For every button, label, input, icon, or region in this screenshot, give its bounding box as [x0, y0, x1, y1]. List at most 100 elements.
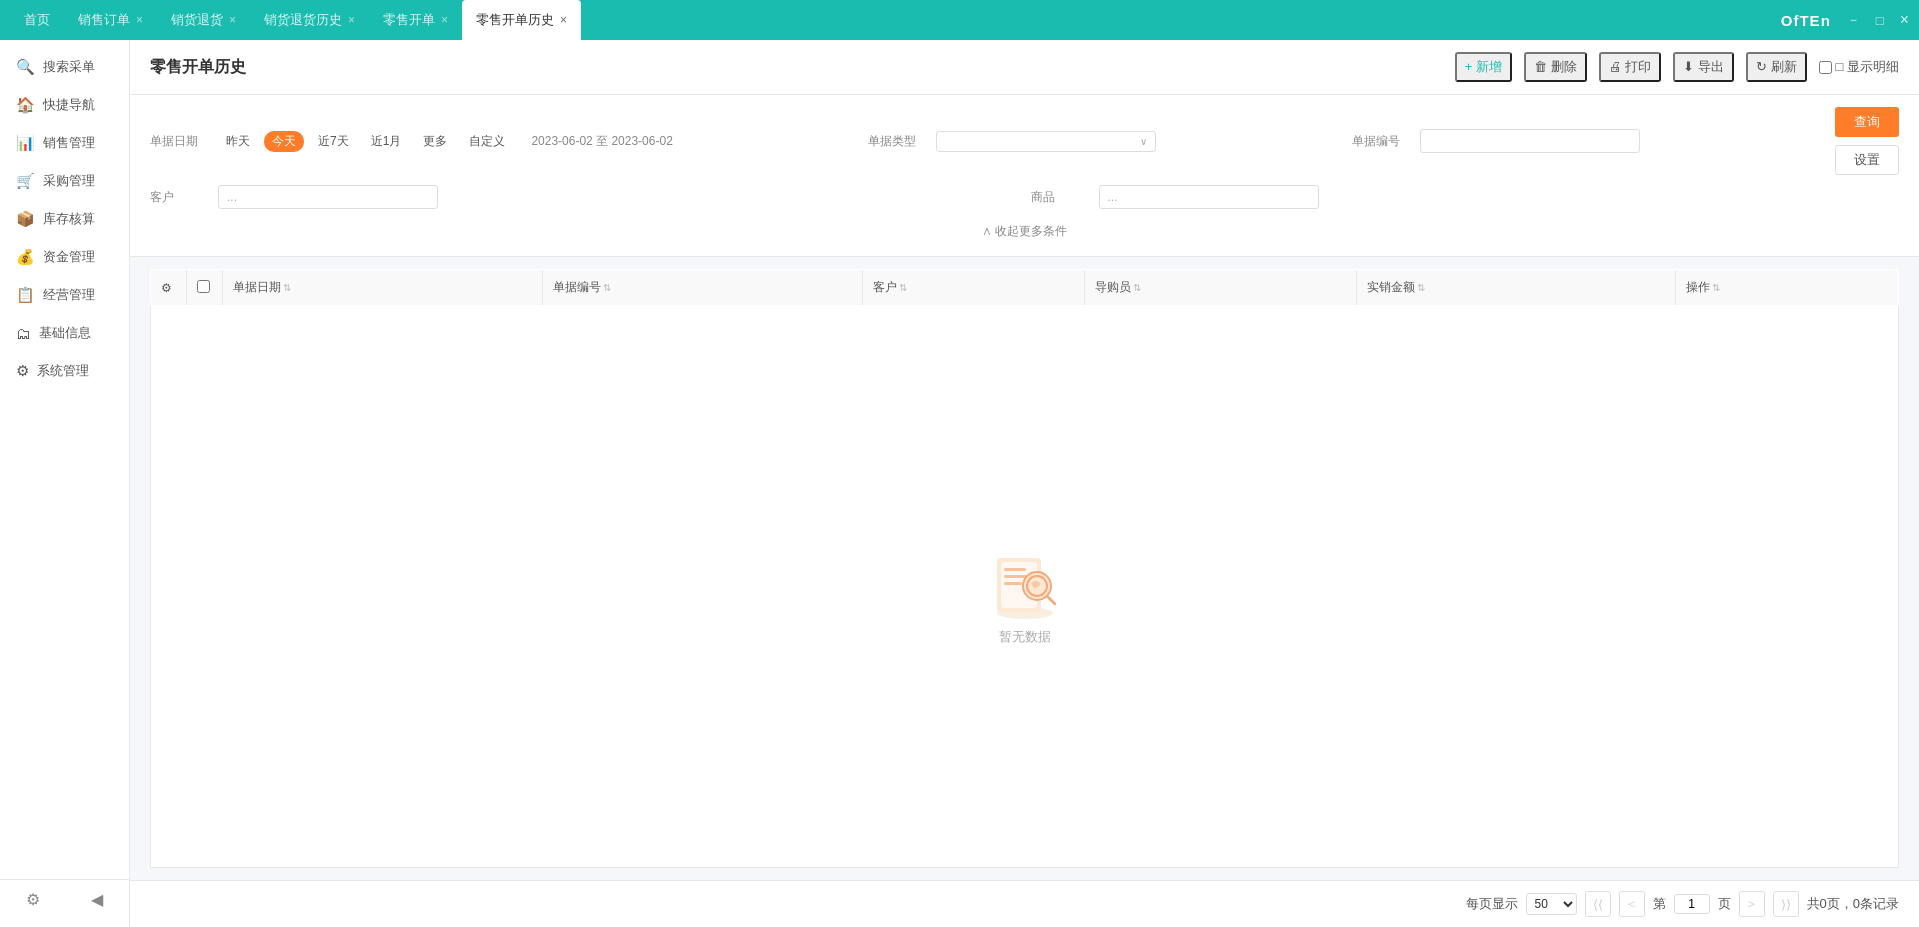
new-button[interactable]: + 新增: [1455, 52, 1512, 82]
delete-button[interactable]: 🗑 删除: [1524, 52, 1587, 82]
page-input[interactable]: [1674, 894, 1710, 914]
svg-line-8: [1047, 596, 1055, 604]
tab-label-sales-return-history: 销货退货历史: [264, 11, 342, 29]
first-page-btn[interactable]: ⟨⟨: [1585, 891, 1611, 917]
col-label-action: 操作: [1686, 280, 1710, 294]
col-label-amount: 实销金额: [1367, 280, 1415, 294]
next-page-btn[interactable]: ＞: [1739, 891, 1765, 917]
sidebar-icon-purchase-mgmt: 🛒: [16, 172, 35, 190]
tab-close-retail-open[interactable]: ×: [441, 13, 448, 27]
select-all-checkbox[interactable]: [197, 280, 210, 293]
sidebar-item-basic-info[interactable]: 🗂基础信息: [0, 314, 129, 352]
tab-label-sales-return: 销货退货: [171, 11, 223, 29]
sidebar-icon-quick-nav: 🏠: [16, 96, 35, 114]
data-table: ⚙单据日期⇅单据编号⇅客户⇅导购员⇅实销金额⇅操作⇅: [150, 269, 1899, 306]
brand-label: OfTEn: [1781, 12, 1831, 29]
tab-close-sales-return[interactable]: ×: [229, 13, 236, 27]
tab-close-retail-open-history[interactable]: ×: [560, 13, 567, 27]
sidebar-item-finance[interactable]: 💰资金管理: [0, 238, 129, 276]
customer-filter-input[interactable]: ...: [218, 185, 438, 209]
product-dots: ...: [1108, 190, 1118, 204]
top-bar: 首页销售订单×销货退货×销货退货历史×零售开单×零售开单历史× OfTEn － …: [0, 0, 1919, 40]
per-page-select[interactable]: 102050100: [1526, 893, 1577, 915]
sidebar-item-operations[interactable]: 📋经营管理: [0, 276, 129, 314]
print-button[interactable]: 🖨 打印: [1599, 52, 1662, 82]
col-label-date: 单据日期: [233, 280, 281, 294]
prev-page-btn[interactable]: ＜: [1619, 891, 1645, 917]
display-detail-toggle[interactable]: □ 显示明细: [1819, 58, 1899, 76]
customer-dots: ...: [227, 190, 237, 204]
date-btn-昨天[interactable]: 昨天: [218, 131, 258, 152]
page-header: 零售开单历史 + 新增 🗑 删除 🖨 打印 ⬇ 导出 ↻ 刷新 □ 显示明细: [130, 40, 1919, 95]
sidebar: 🔍搜索采单 🏠 快捷导航 📊销售管理🛒采购管理📦库存核算💰资金管理📋经营管理🗂基础信息…: [0, 40, 130, 927]
sort-icon-amount[interactable]: ⇅: [1417, 282, 1425, 293]
type-filter-select[interactable]: ∨: [936, 131, 1156, 152]
sort-icon-guide[interactable]: ⇅: [1133, 282, 1141, 293]
product-filter-input[interactable]: ...: [1099, 185, 1319, 209]
display-detail-checkbox[interactable]: [1819, 61, 1832, 74]
export-button[interactable]: ⬇ 导出: [1673, 52, 1734, 82]
date-btn-近1月[interactable]: 近1月: [363, 131, 410, 152]
settings-footer-btn[interactable]: ⚙: [26, 890, 40, 909]
empty-illustration: [975, 528, 1075, 628]
th-number: 单据编号⇅: [542, 270, 862, 306]
tab-label-retail-open-history: 零售开单历史: [476, 11, 554, 29]
sidebar-item-system[interactable]: ⚙系统管理: [0, 352, 129, 390]
sidebar-icon-inventory: 📦: [16, 210, 35, 228]
date-filter-buttons: 昨天今天近7天近1月更多自定义: [218, 131, 513, 152]
tab-home[interactable]: 首页: [10, 0, 64, 40]
th-check[interactable]: [187, 270, 223, 306]
sidebar-item-search-purchase[interactable]: 🔍搜索采单: [0, 48, 129, 86]
last-page-btn[interactable]: ⟩⟩: [1773, 891, 1799, 917]
window-min-btn[interactable]: －: [1847, 11, 1860, 29]
collapse-sidebar-btn[interactable]: ◀: [91, 890, 103, 909]
search-button[interactable]: 查询: [1835, 107, 1899, 137]
filter-row-1: 单据日期 昨天今天近7天近1月更多自定义 2023-06-02 至 2023-0…: [150, 107, 1899, 175]
window-max-btn[interactable]: □: [1876, 13, 1884, 28]
date-range-display: 2023-06-02 至 2023-06-02: [531, 133, 672, 150]
refresh-button[interactable]: ↻ 刷新: [1746, 52, 1807, 82]
pagination: 每页显示 102050100 ⟨⟨ ＜ 第 页 ＞ ⟩⟩ 共0页，0条记录: [130, 880, 1919, 927]
th-guide: 导购员⇅: [1085, 270, 1356, 306]
sort-icon-number[interactable]: ⇅: [603, 282, 611, 293]
svg-rect-5: [1004, 582, 1022, 585]
page-suffix-label: 页: [1718, 895, 1731, 913]
tab-sales-return[interactable]: 销货退货 ×: [157, 0, 250, 40]
col-label-number: 单据编号: [553, 280, 601, 294]
gear-icon[interactable]: ⚙: [161, 281, 172, 295]
tab-sales-return-history[interactable]: 销货退货历史 ×: [250, 0, 369, 40]
collapse-filter-btn[interactable]: ∧ 收起更多条件: [970, 219, 1079, 244]
table-header: ⚙单据日期⇅单据编号⇅客户⇅导购员⇅实销金额⇅操作⇅: [151, 270, 1899, 306]
empty-text: 暂无数据: [999, 628, 1051, 646]
number-filter-input[interactable]: [1420, 129, 1640, 153]
type-chevron-icon: ∨: [1140, 136, 1147, 147]
window-close-btn[interactable]: ×: [1900, 11, 1909, 29]
number-filter-label: 单据编号: [1352, 133, 1408, 150]
date-btn-更多[interactable]: 更多: [415, 131, 455, 152]
tab-sales-order[interactable]: 销售订单×: [64, 0, 157, 40]
sidebar-label-quick-nav: 快捷导航: [43, 96, 95, 114]
date-btn-近7天[interactable]: 近7天: [310, 131, 357, 152]
sort-icon-date[interactable]: ⇅: [283, 282, 291, 293]
sidebar-label-finance: 资金管理: [43, 248, 95, 266]
tab-close-sales-return-history[interactable]: ×: [348, 13, 355, 27]
main-layout: 🔍搜索采单 🏠 快捷导航 📊销售管理🛒采购管理📦库存核算💰资金管理📋经营管理🗂基础信息…: [0, 40, 1919, 927]
toolbar: + 新增 🗑 删除 🖨 打印 ⬇ 导出 ↻ 刷新 □ 显示明细: [1455, 52, 1899, 94]
sidebar-item-sales-mgmt[interactable]: 📊销售管理: [0, 124, 129, 162]
date-btn-今天[interactable]: 今天: [264, 131, 304, 152]
date-btn-自定义[interactable]: 自定义: [461, 131, 513, 152]
tab-retail-open[interactable]: 零售开单×: [369, 0, 462, 40]
settings-button[interactable]: 设置: [1835, 145, 1899, 175]
th-gear[interactable]: ⚙: [151, 270, 187, 306]
th-amount: 实销金额⇅: [1356, 270, 1676, 306]
sidebar-item-quick-nav[interactable]: 🏠 快捷导航: [0, 86, 129, 124]
sidebar-item-purchase-mgmt[interactable]: 🛒采购管理: [0, 162, 129, 200]
sidebar-label-basic-info: 基础信息: [39, 324, 91, 342]
sort-icon-customer[interactable]: ⇅: [899, 282, 907, 293]
tab-close-sales-order[interactable]: ×: [136, 13, 143, 27]
sidebar-icon-sales-mgmt: 📊: [16, 134, 35, 152]
sort-icon-action[interactable]: ⇅: [1712, 282, 1720, 293]
tab-retail-open-history[interactable]: 零售开单历史 ×: [462, 0, 581, 40]
sidebar-item-inventory[interactable]: 📦库存核算: [0, 200, 129, 238]
date-filter-label: 单据日期: [150, 133, 206, 150]
